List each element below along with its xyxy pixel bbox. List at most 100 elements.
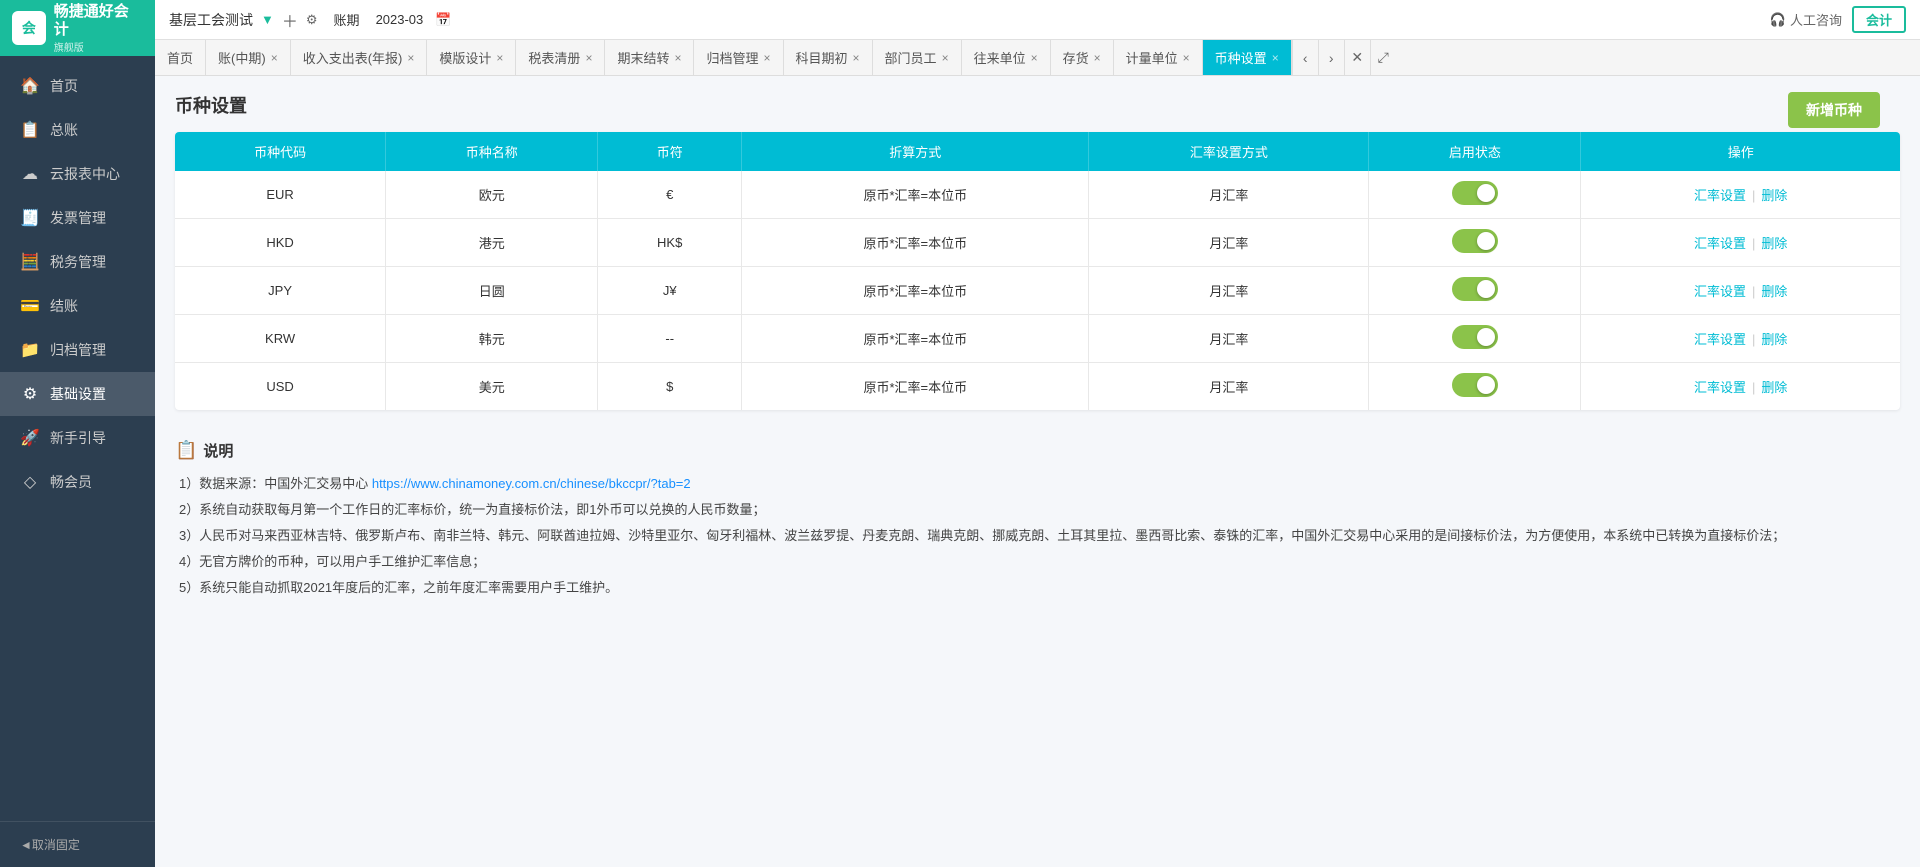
tab-税表清册[interactable]: 税表清册 × (516, 40, 605, 76)
tab-label: 存货 (1063, 48, 1089, 67)
enabled-toggle-3[interactable] (1452, 325, 1498, 349)
cell-币符-3: -- (598, 315, 742, 363)
sidebar: 会 畅捷通好会计 旗舰版 🏠首页📋总账☁云报表中心🧾发票管理🧮税务管理💳结账📁归… (0, 0, 155, 867)
tab-币种设置[interactable]: 币种设置× (1203, 40, 1292, 76)
add-tab-button[interactable]: ＋ (282, 8, 298, 32)
notes-section: 📋 说明 1）数据来源：中国外汇交易中心 https://www.chinamo… (175, 440, 1900, 601)
sidebar-item-cloud-report[interactable]: ☁云报表中心 (0, 152, 155, 196)
delete-link-0[interactable]: 删除 (1761, 188, 1787, 203)
sidebar-item-guide[interactable]: 🚀新手引导 (0, 416, 155, 460)
col-汇率设置方式: 汇率设置方式 (1089, 132, 1369, 171)
nav-icon-checkout: 💳 (20, 296, 40, 316)
tab-expand[interactable]: ⤢ (1370, 40, 1396, 76)
cell-币种代码-4: USD (175, 363, 386, 411)
tab-归档管理[interactable]: 归档管理× (694, 40, 783, 76)
notes-heading: 说明 (203, 440, 233, 461)
tab-close-all[interactable]: ✕ (1344, 40, 1370, 76)
tab-期末结转[interactable]: 期末结转× (605, 40, 694, 76)
tab-label: 税表清册 (528, 48, 580, 67)
sidebar-item-invoice[interactable]: 🧾发票管理 (0, 196, 155, 240)
new-currency-button[interactable]: 新增币种 (1788, 92, 1880, 128)
tab-label: 部门员工 (885, 48, 937, 67)
nav-label-tax: 税务管理 (50, 252, 106, 272)
col-币种代码: 币种代码 (175, 132, 386, 171)
cell-币符-4: $ (598, 363, 742, 411)
tab-close-icon[interactable]: × (407, 51, 414, 65)
tab-close-icon[interactable]: × (271, 51, 278, 65)
tab-close-icon[interactable]: × (1094, 51, 1101, 65)
delete-link-2[interactable]: 删除 (1761, 284, 1787, 299)
tab-往来单位[interactable]: 往来单位× (962, 40, 1051, 76)
settings-icon[interactable]: ⚙ (306, 12, 318, 28)
nav-icon-archive: 📁 (20, 340, 40, 360)
sidebar-item-ledger[interactable]: 📋总账 (0, 108, 155, 152)
tab-首页[interactable]: 首页 (155, 40, 206, 76)
toggle-knob-4 (1477, 376, 1495, 394)
calendar-icon[interactable]: 📅 (435, 12, 451, 28)
table-row: JPY日圆J¥原币*汇率=本位币月汇率汇率设置|删除 (175, 267, 1900, 315)
table-row: HKD港元HK$原币*汇率=本位币月汇率汇率设置|删除 (175, 219, 1900, 267)
tab-nav-left[interactable]: ‹ (1292, 40, 1318, 76)
sidebar-pin-toggle[interactable]: ◄取消固定 (0, 821, 155, 867)
tab-科目期初[interactable]: 科目期初× (784, 40, 873, 76)
cell-actions-0: 汇率设置|删除 (1581, 171, 1900, 219)
tab-账(中期)[interactable]: 账(中期)× (206, 40, 291, 76)
tab-close-icon[interactable]: × (1183, 51, 1190, 65)
notes-link[interactable]: https://www.chinamoney.com.cn/chinese/bk… (372, 476, 691, 491)
help-button[interactable]: 🎧 人工咨询 (1770, 10, 1842, 29)
sidebar-item-checkout[interactable]: 💳 结账 (0, 284, 155, 328)
nav-label-settings: 基础设置 (50, 384, 106, 404)
cell-折算方式-4: 原币*汇率=本位币 (742, 363, 1089, 411)
tab-close-icon[interactable]: × (585, 51, 592, 65)
cell-折算方式-2: 原币*汇率=本位币 (742, 267, 1089, 315)
tab-close-icon[interactable]: × (674, 51, 681, 65)
rate-settings-link-0[interactable]: 汇率设置 (1694, 188, 1746, 203)
sidebar-item-member[interactable]: ◇畅会员 (0, 460, 155, 504)
nav-icon-ledger: 📋 (20, 120, 40, 140)
tab-close-icon[interactable]: × (853, 51, 860, 65)
company-dropdown-icon[interactable]: ▼ (261, 12, 274, 27)
tab-close-icon[interactable]: × (942, 51, 949, 65)
top-bar: 基层工会测试 ▼ ＋ ⚙ 账期 2023-03 📅 🎧 人工咨询 会计 (155, 0, 1920, 40)
tab-存货[interactable]: 存货 × (1051, 40, 1114, 76)
enabled-toggle-0[interactable] (1452, 181, 1498, 205)
rate-settings-link-2[interactable]: 汇率设置 (1694, 284, 1746, 299)
tab-模版设计[interactable]: 模版设计 × (427, 40, 516, 76)
rate-settings-link-4[interactable]: 汇率设置 (1694, 380, 1746, 395)
toggle-knob-1 (1477, 232, 1495, 250)
nav-label-checkout: 结账 (50, 296, 78, 316)
tab-label: 计量单位 (1126, 48, 1178, 67)
notes-content: 1）数据来源：中国外汇交易中心 https://www.chinamoney.c… (175, 471, 1900, 601)
cell-actions-1: 汇率设置 | 删除 (1581, 219, 1900, 267)
table-row: KRW韩元--原币*汇率=本位币月汇率汇率设置|删除 (175, 315, 1900, 363)
cell-币种名称-4: 美元 (386, 363, 598, 411)
page-title: 币种设置 (175, 92, 1900, 118)
tab-close-icon[interactable]: × (1272, 51, 1279, 65)
delete-link-4[interactable]: 删除 (1761, 380, 1787, 395)
nav-label-archive: 归档管理 (50, 340, 106, 360)
tab-close-icon[interactable]: × (1031, 51, 1038, 65)
tab-close-icon[interactable]: × (496, 51, 503, 65)
sidebar-item-home[interactable]: 🏠首页 (0, 64, 155, 108)
rate-settings-link-1[interactable]: 汇率设置 (1694, 236, 1746, 251)
tab-label: 模版设计 (439, 48, 491, 67)
currency-table: 币种代码币种名称币符折算方式汇率设置方式启用状态操作 EUR欧元€原币*汇率=本… (175, 132, 1900, 410)
sidebar-item-archive[interactable]: 📁 归档管理 (0, 328, 155, 372)
tab-收入支出表(年报)[interactable]: 收入支出表(年报)× (291, 40, 428, 76)
tab-nav-right[interactable]: › (1318, 40, 1344, 76)
enabled-toggle-1[interactable] (1452, 229, 1498, 253)
sidebar-item-tax[interactable]: 🧮税务管理 (0, 240, 155, 284)
col-币种名称: 币种名称 (386, 132, 598, 171)
enabled-toggle-4[interactable] (1452, 373, 1498, 397)
delete-link-1[interactable]: 删除 (1761, 236, 1787, 251)
tab-计量单位[interactable]: 计量单位 × (1114, 40, 1203, 76)
tab-部门员工[interactable]: 部门员工 × (873, 40, 962, 76)
action-sep-1: | (1752, 236, 1755, 251)
sidebar-item-settings[interactable]: ⚙基础设置 (0, 372, 155, 416)
delete-link-3[interactable]: 删除 (1761, 332, 1787, 347)
enabled-toggle-2[interactable] (1452, 277, 1498, 301)
account-button[interactable]: 会计 (1852, 6, 1906, 33)
tab-close-icon[interactable]: × (764, 51, 771, 65)
col-操作: 操作 (1581, 132, 1900, 171)
rate-settings-link-3[interactable]: 汇率设置 (1694, 332, 1746, 347)
